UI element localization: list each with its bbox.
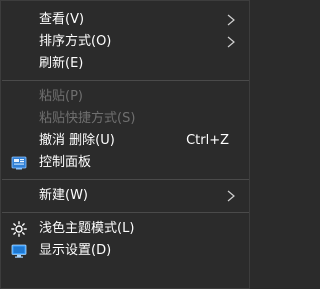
desktop-context-menu: 查看(V) 排序方式(O) 刷新(E) 粘贴(P) 粘贴快捷方式(S) 撤消 删… bbox=[0, 0, 250, 289]
menu-item-paste-shortcut-label: 粘贴快捷方式(S) bbox=[39, 111, 136, 126]
menu-item-display-settings-label: 显示设置(D) bbox=[39, 243, 112, 258]
chevron-right-icon bbox=[227, 36, 235, 48]
menu-separator bbox=[2, 212, 249, 213]
menu-item-undo-delete-shortcut: Ctrl+Z bbox=[186, 133, 229, 148]
menu-item-display-settings[interactable]: 显示设置(D) bbox=[1, 240, 249, 262]
menu-item-sort-label: 排序方式(O) bbox=[39, 34, 112, 49]
menu-separator bbox=[2, 179, 249, 180]
control-panel-icon bbox=[11, 156, 27, 170]
menu-item-undo-delete[interactable]: 撤消 删除(U) Ctrl+Z bbox=[1, 130, 249, 152]
menu-item-control-panel[interactable]: 控制面板 bbox=[1, 152, 249, 174]
chevron-right-icon bbox=[227, 190, 235, 202]
menu-item-undo-delete-label: 撤消 删除(U) bbox=[39, 133, 115, 148]
menu-separator bbox=[2, 80, 249, 81]
menu-item-view-label: 查看(V) bbox=[39, 12, 85, 27]
menu-item-sort[interactable]: 排序方式(O) bbox=[1, 31, 249, 53]
menu-item-refresh-label: 刷新(E) bbox=[39, 56, 84, 71]
menu-item-view[interactable]: 查看(V) bbox=[1, 9, 249, 31]
monitor-icon bbox=[11, 244, 27, 258]
chevron-right-icon bbox=[227, 14, 235, 26]
menu-item-paste-shortcut: 粘贴快捷方式(S) bbox=[1, 108, 249, 130]
menu-item-paste: 粘贴(P) bbox=[1, 86, 249, 108]
menu-item-control-panel-label: 控制面板 bbox=[39, 155, 92, 170]
menu-item-refresh[interactable]: 刷新(E) bbox=[1, 53, 249, 75]
sun-icon bbox=[11, 221, 27, 237]
menu-item-paste-label: 粘贴(P) bbox=[39, 89, 83, 104]
menu-item-new-label: 新建(W) bbox=[39, 188, 88, 203]
menu-item-new[interactable]: 新建(W) bbox=[1, 185, 249, 207]
menu-item-light-theme-label: 浅色主题模式(L) bbox=[39, 221, 135, 236]
menu-item-light-theme[interactable]: 浅色主题模式(L) bbox=[1, 218, 249, 240]
